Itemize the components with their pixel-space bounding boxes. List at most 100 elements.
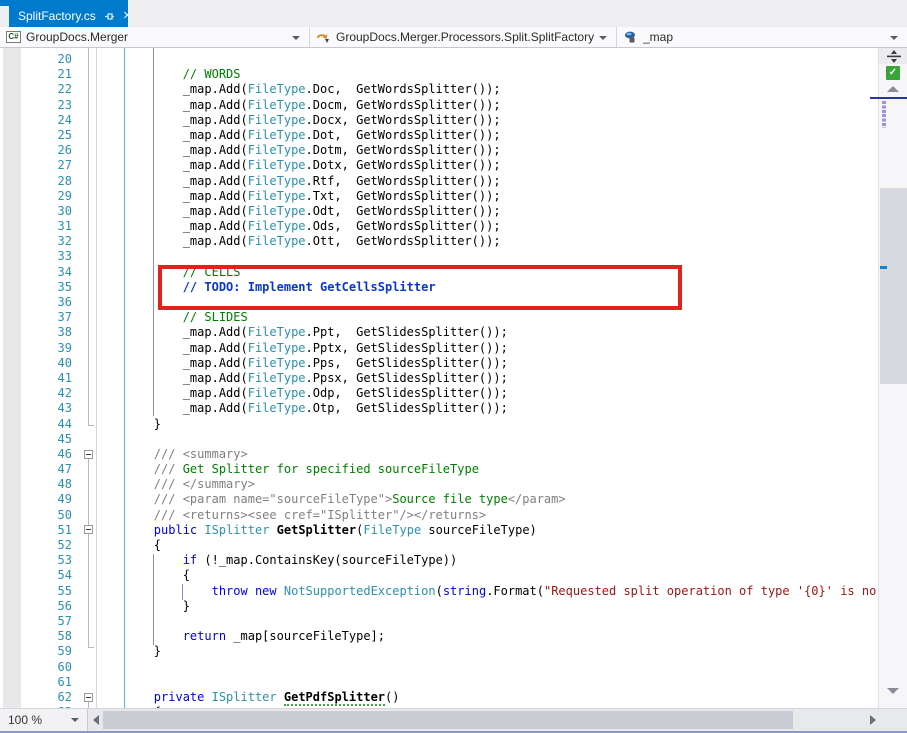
line-number[interactable]: 27 [0,158,72,173]
line-number[interactable]: 43 [0,401,72,416]
line-number[interactable]: 36 [0,295,72,310]
code-line[interactable]: 43 _map.Add(FileType.Otp, GetSlidesSplit… [0,401,877,416]
code-line[interactable]: 28 _map.Add(FileType.Rtf, GetWordsSplitt… [0,174,877,189]
line-number[interactable]: 32 [0,234,72,249]
line-number[interactable]: 44 [0,417,72,432]
line-number[interactable]: 57 [0,614,72,629]
code-line[interactable]: 50 /// <returns><see cref="ISplitter"/><… [0,508,877,523]
code-line[interactable]: 44 } [0,417,877,432]
vertical-scrollbar[interactable]: ✓ [878,48,907,708]
code-line[interactable]: 40 _map.Add(FileType.Pps, GetSlidesSplit… [0,356,877,371]
line-number[interactable]: 23 [0,98,72,113]
code-line[interactable]: 54 { [0,568,877,583]
code-line[interactable]: 59 } [0,644,877,659]
line-number[interactable]: 50 [0,508,72,523]
code-line[interactable]: 56 } [0,599,877,614]
code-line[interactable]: 39 _map.Add(FileType.Pptx, GetSlidesSpli… [0,341,877,356]
code-line[interactable]: 25 _map.Add(FileType.Dot, GetWordsSplitt… [0,128,877,143]
line-number[interactable]: 39 [0,341,72,356]
code-line[interactable]: 30 _map.Add(FileType.Odt, GetWordsSplitt… [0,204,877,219]
scroll-right-arrow[interactable] [870,715,876,725]
line-number[interactable]: 22 [0,82,72,97]
line-number[interactable]: 49 [0,492,72,507]
line-number[interactable]: 34 [0,265,72,280]
type-dropdown[interactable]: GroupDocs.Merger.Processors.Split.SplitF… [310,27,617,47]
line-number[interactable]: 55 [0,584,72,599]
code-line[interactable]: 33 [0,249,877,264]
line-number[interactable]: 62 [0,690,72,705]
line-number[interactable]: 46 [0,447,72,462]
horizontal-scrollbar-thumb[interactable] [103,711,793,729]
line-number[interactable]: 53 [0,553,72,568]
code-line[interactable]: 26 _map.Add(FileType.Dotm, GetWordsSplit… [0,143,877,158]
code-line[interactable]: 58 return _map[sourceFileType]; [0,629,877,644]
line-number[interactable]: 25 [0,128,72,143]
project-dropdown[interactable]: C# GroupDocs.Merger [0,27,310,47]
line-number[interactable]: 51 [0,523,72,538]
code-line[interactable]: 31 _map.Add(FileType.Ods, GetWordsSplitt… [0,219,877,234]
line-number[interactable]: 28 [0,174,72,189]
close-icon[interactable]: ✕ [123,10,132,22]
code-line[interactable]: 37 // SLIDES [0,310,877,325]
code-line[interactable]: 51 public ISplitter GetSplitter(FileType… [0,523,877,538]
code-line[interactable]: 38 _map.Add(FileType.Ppt, GetSlidesSplit… [0,325,877,340]
code-line[interactable]: 49 /// <param name="sourceFileType">Sour… [0,492,877,507]
pin-icon[interactable] [104,11,115,22]
line-number[interactable]: 60 [0,660,72,675]
code-line[interactable]: 62 private ISplitter GetPdfSplitter() [0,689,877,706]
line-number[interactable]: 24 [0,113,72,128]
code-line[interactable]: 32 _map.Add(FileType.Ott, GetWordsSplitt… [0,234,877,249]
line-number[interactable]: 20 [0,52,72,67]
scroll-up-arrow[interactable] [887,86,899,92]
line-number[interactable]: 45 [0,432,72,447]
code-line[interactable]: 24 _map.Add(FileType.Docx, GetWordsSplit… [0,113,877,128]
code-line[interactable]: 57 [0,614,877,629]
code-line[interactable]: 45 [0,432,877,447]
code-line[interactable]: 47 /// Get Splitter for specified source… [0,462,877,477]
line-number[interactable]: 52 [0,538,72,553]
line-number[interactable]: 31 [0,219,72,234]
line-number[interactable]: 59 [0,644,72,659]
vertical-scrollbar-thumb[interactable] [880,188,907,384]
line-number[interactable]: 61 [0,675,72,690]
code-line[interactable]: 29 _map.Add(FileType.Txt, GetWordsSplitt… [0,189,877,204]
line-number[interactable]: 38 [0,325,72,340]
line-number[interactable]: 21 [0,67,72,82]
code-line[interactable]: 60 [0,660,877,675]
line-number[interactable]: 47 [0,462,72,477]
code-line[interactable]: 21 // WORDS [0,67,877,82]
code-line[interactable]: 23 _map.Add(FileType.Docm, GetWordsSplit… [0,98,877,113]
line-number[interactable]: 42 [0,386,72,401]
tab-splitfactory[interactable]: SplitFactory.cs ✕ [9,5,132,27]
resharper-status-indicator-icon[interactable]: ✓ [886,66,900,80]
code-line[interactable]: 41 _map.Add(FileType.Ppsx, GetSlidesSpli… [0,371,877,386]
code-line[interactable]: 27 _map.Add(FileType.Dotx, GetWordsSplit… [0,158,877,173]
line-number[interactable]: 56 [0,599,72,614]
code-line[interactable]: 46 /// <summary> [0,447,877,462]
scroll-down-arrow[interactable] [887,688,899,694]
code-line[interactable]: 52 { [0,538,877,553]
line-number[interactable]: 40 [0,356,72,371]
member-dropdown[interactable]: _map [617,27,907,47]
code-line[interactable]: 61 [0,675,877,690]
scroll-left-arrow[interactable] [93,715,99,725]
editor-splitter-handle[interactable] [879,48,907,64]
code-line[interactable]: 22 _map.Add(FileType.Doc, GetWordsSplitt… [0,82,877,97]
tab-title: SplitFactory.cs [18,9,96,23]
code-line[interactable]: 42 _map.Add(FileType.Odp, GetSlidesSplit… [0,386,877,401]
code-line[interactable]: 55 throw new NotSupportedException(strin… [0,584,877,599]
line-number[interactable]: 54 [0,568,72,583]
line-number[interactable]: 41 [0,371,72,386]
line-number[interactable]: 35 [0,280,72,295]
line-number[interactable]: 37 [0,310,72,325]
line-number[interactable]: 26 [0,143,72,158]
zoom-selector[interactable]: 100 % [0,709,88,731]
code-line[interactable]: 53 if (!_map.ContainsKey(sourceFileType)… [0,553,877,568]
line-number[interactable]: 29 [0,189,72,204]
code-line[interactable]: 48 /// </summary> [0,477,877,492]
line-number[interactable]: 58 [0,629,72,644]
code-line[interactable]: 20 [0,52,877,67]
line-number[interactable]: 30 [0,204,72,219]
line-number[interactable]: 48 [0,477,72,492]
line-number[interactable]: 33 [0,249,72,264]
